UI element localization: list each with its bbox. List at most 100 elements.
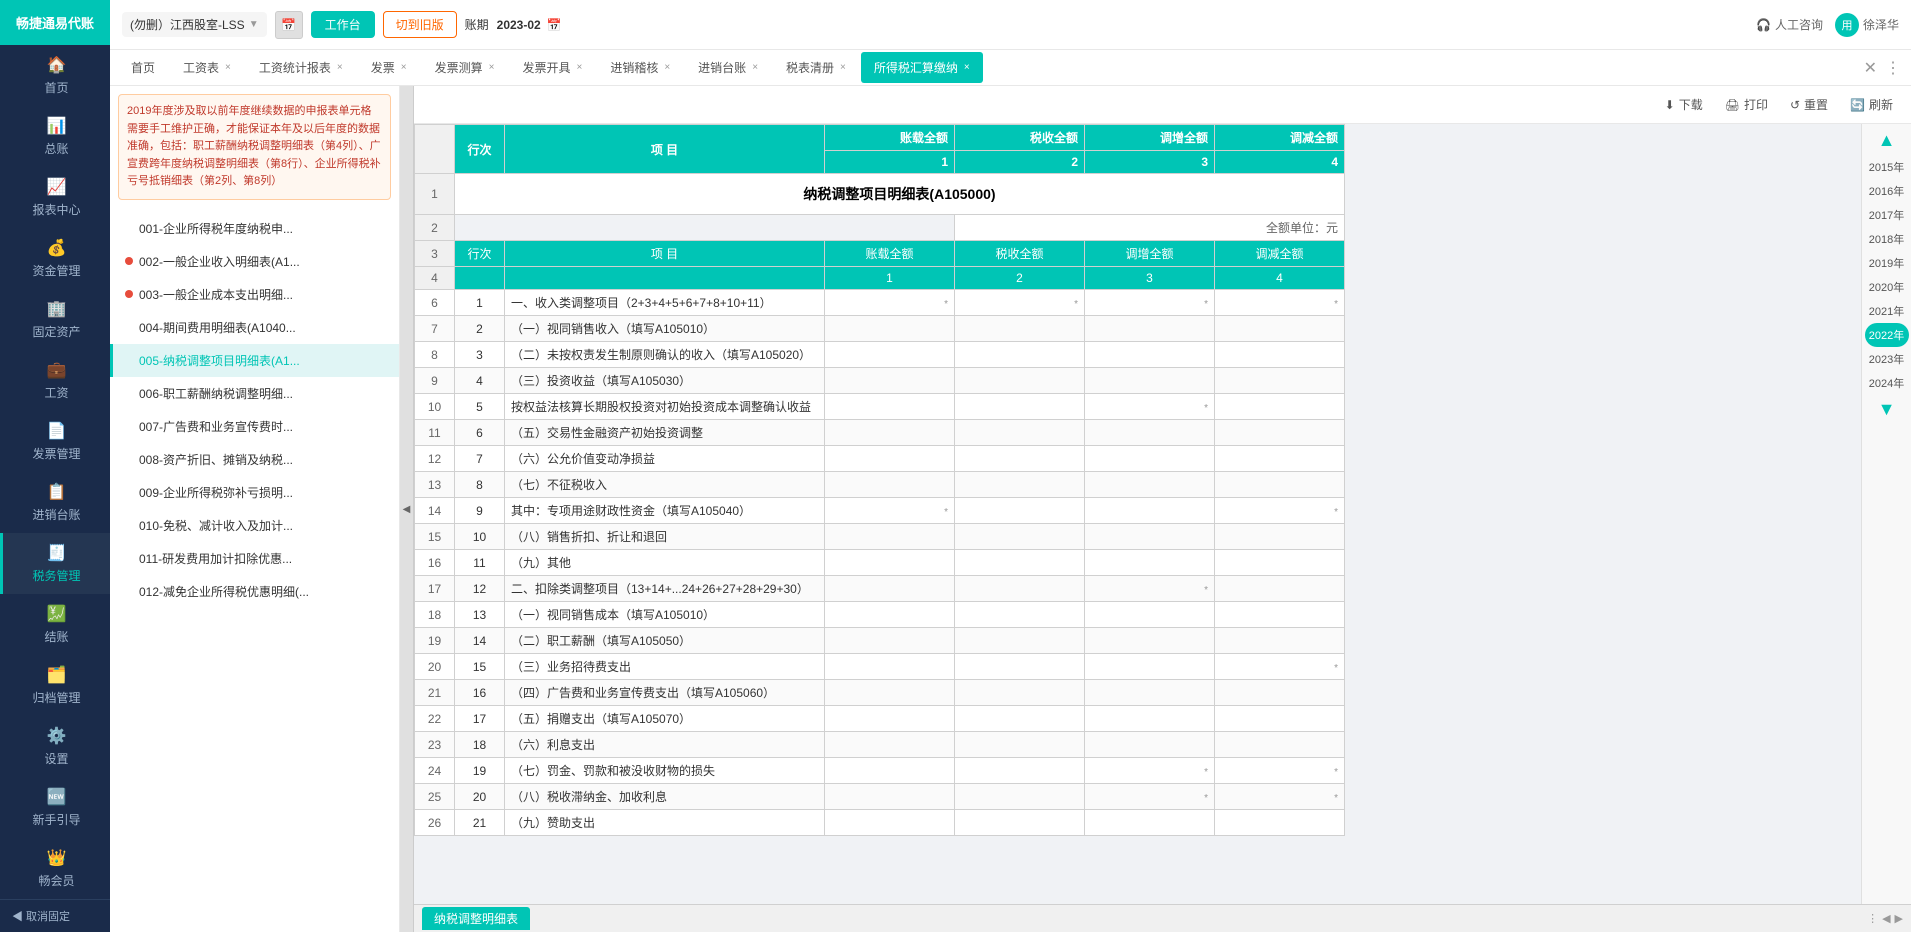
year-nav-down-btn[interactable]: ▼ <box>1876 397 1898 422</box>
cell-v4[interactable] <box>1215 524 1345 550</box>
cell-v1[interactable]: * <box>825 498 955 524</box>
cell-project[interactable]: （五）交易性金融资产初始投资调整 <box>505 420 825 446</box>
cell-v4[interactable]: * <box>1215 758 1345 784</box>
left-list-item[interactable]: 007-广告费和业务宣传费时... <box>110 410 399 443</box>
sidebar-item-发票管理[interactable]: 📄 发票管理 <box>0 411 110 472</box>
year-nav-item-2016年[interactable]: 2016年 <box>1865 179 1909 203</box>
cell-v4[interactable] <box>1215 628 1345 654</box>
cell-project[interactable]: （三）业务招待费支出 <box>505 654 825 680</box>
cell-v2[interactable] <box>955 550 1085 576</box>
user-service-btn[interactable]: 🎧 人工咨询 <box>1756 16 1823 33</box>
cell-v2[interactable] <box>955 758 1085 784</box>
cell-v1[interactable] <box>825 732 955 758</box>
cell-v4[interactable] <box>1215 446 1345 472</box>
cell-v4[interactable] <box>1215 420 1345 446</box>
cell-v3[interactable] <box>1085 472 1215 498</box>
year-nav-item-2017年[interactable]: 2017年 <box>1865 203 1909 227</box>
year-nav-up-btn[interactable]: ▲ <box>1876 128 1898 153</box>
user-profile-btn[interactable]: 用 徐泽华 <box>1835 13 1899 37</box>
workbench-btn[interactable]: 工作台 <box>311 11 375 38</box>
cell-project[interactable]: （二）未按权责发生制原则确认的收入（填写A105020） <box>505 342 825 368</box>
cell-project[interactable]: （二）职工薪酬（填写A105050） <box>505 628 825 654</box>
cell-v4[interactable]: * <box>1215 498 1345 524</box>
cell-project[interactable]: （八）税收滞纳金、加收利息 <box>505 784 825 810</box>
cell-v2[interactable] <box>955 368 1085 394</box>
left-list-item[interactable]: 001-企业所得税年度纳税申... <box>110 212 399 245</box>
nav-tab-工资统计报表[interactable]: 工资统计报表× <box>246 52 356 83</box>
cell-v2[interactable] <box>955 654 1085 680</box>
nav-tab-close-icon[interactable]: × <box>225 62 231 73</box>
cell-v1[interactable] <box>825 784 955 810</box>
sidebar-item-资金管理[interactable]: 💰 资金管理 <box>0 228 110 289</box>
nav-tab-进销台账[interactable]: 进销台账× <box>685 52 771 83</box>
sidebar-item-新手引导[interactable]: 🆕 新手引导 <box>0 777 110 838</box>
cell-v4[interactable] <box>1215 394 1345 420</box>
print-btn[interactable]: 🖨 打印 <box>1719 92 1774 117</box>
cell-v1[interactable] <box>825 420 955 446</box>
year-nav-item-2023年[interactable]: 2023年 <box>1865 347 1909 371</box>
sidebar-item-结账[interactable]: 💹 结账 <box>0 594 110 655</box>
cell-project[interactable]: 一、收入类调整项目（2+3+4+5+6+7+8+10+11） <box>505 290 825 316</box>
cell-v4[interactable] <box>1215 810 1345 836</box>
sidebar-item-税务管理[interactable]: 🧾 税务管理 <box>0 533 110 594</box>
cell-v1[interactable] <box>825 810 955 836</box>
cell-v3[interactable] <box>1085 550 1215 576</box>
unpin-btn[interactable]: ◀ 取消固定 <box>0 900 110 932</box>
nav-tab-close-icon[interactable]: × <box>576 62 582 73</box>
cell-v4[interactable] <box>1215 602 1345 628</box>
nav-tab-所得税汇算缴纳[interactable]: 所得税汇算缴纳× <box>861 52 983 83</box>
cell-v3[interactable] <box>1085 732 1215 758</box>
collapse-panel-btn[interactable]: ◀ <box>400 86 414 932</box>
cell-v4[interactable] <box>1215 550 1345 576</box>
cell-v1[interactable]: * <box>825 290 955 316</box>
cell-project[interactable]: （七）罚金、罚款和被没收财物的损失 <box>505 758 825 784</box>
sidebar-item-首页[interactable]: 🏠 首页 <box>0 45 110 106</box>
scroll-left-icon[interactable]: ◀ <box>1882 912 1890 925</box>
cell-v2[interactable] <box>955 472 1085 498</box>
cell-project[interactable]: 二、扣除类调整项目（13+14+...24+26+27+28+29+30） <box>505 576 825 602</box>
left-list-item[interactable]: 006-职工薪酬纳税调整明细... <box>110 377 399 410</box>
nav-tab-税表清册[interactable]: 税表清册× <box>773 52 859 83</box>
nav-tab-close-icon[interactable]: × <box>664 62 670 73</box>
sidebar-item-进销台账[interactable]: 📋 进销台账 <box>0 472 110 533</box>
nav-tab-进销稽核[interactable]: 进销稽核× <box>597 52 683 83</box>
cell-v3[interactable] <box>1085 810 1215 836</box>
cell-v1[interactable] <box>825 394 955 420</box>
cell-v2[interactable] <box>955 602 1085 628</box>
close-all-icon[interactable]: ✕ <box>1862 56 1879 80</box>
cell-v1[interactable] <box>825 368 955 394</box>
cell-v3[interactable] <box>1085 524 1215 550</box>
year-nav-item-2020年[interactable]: 2020年 <box>1865 275 1909 299</box>
cell-v3[interactable] <box>1085 316 1215 342</box>
cell-v4[interactable] <box>1215 316 1345 342</box>
cell-v3[interactable] <box>1085 420 1215 446</box>
nav-tab-close-icon[interactable]: × <box>752 62 758 73</box>
cell-v4[interactable] <box>1215 472 1345 498</box>
cell-project[interactable]: 其中：专项用途财政性资金（填写A105040） <box>505 498 825 524</box>
cell-v4[interactable]: * <box>1215 290 1345 316</box>
cell-v1[interactable] <box>825 316 955 342</box>
cell-v3[interactable]: * <box>1085 290 1215 316</box>
cell-v1[interactable] <box>825 654 955 680</box>
cell-v1[interactable] <box>825 628 955 654</box>
nav-tab-close-icon[interactable]: × <box>840 62 846 73</box>
cell-v1[interactable] <box>825 446 955 472</box>
left-list-item[interactable]: 011-研发费用加计扣除优惠... <box>110 542 399 575</box>
spreadsheet-wrapper[interactable]: 行次 项 目 账载全额 税收全额 调增全额 调减全额 1 2 3 <box>414 124 1861 904</box>
left-list-item[interactable]: 008-资产折旧、摊销及纳税... <box>110 443 399 476</box>
cell-v1[interactable] <box>825 472 955 498</box>
cell-v4[interactable] <box>1215 342 1345 368</box>
cell-project[interactable]: （六）利息支出 <box>505 732 825 758</box>
left-list-item[interactable]: 009-企业所得税弥补亏损明... <box>110 476 399 509</box>
nav-tab-发票[interactable]: 发票× <box>358 52 420 83</box>
cell-project[interactable]: （六）公允价值变动净损益 <box>505 446 825 472</box>
cell-v3[interactable]: * <box>1085 394 1215 420</box>
cell-project[interactable]: （五）捐赠支出（填写A105070） <box>505 706 825 732</box>
cell-v4[interactable] <box>1215 368 1345 394</box>
download-btn[interactable]: ⬇ 下载 <box>1659 92 1709 117</box>
cell-v3[interactable]: * <box>1085 784 1215 810</box>
cell-v4[interactable] <box>1215 680 1345 706</box>
nav-tab-工资表[interactable]: 工资表× <box>170 52 244 83</box>
cell-v2[interactable] <box>955 784 1085 810</box>
cell-v2[interactable] <box>955 680 1085 706</box>
